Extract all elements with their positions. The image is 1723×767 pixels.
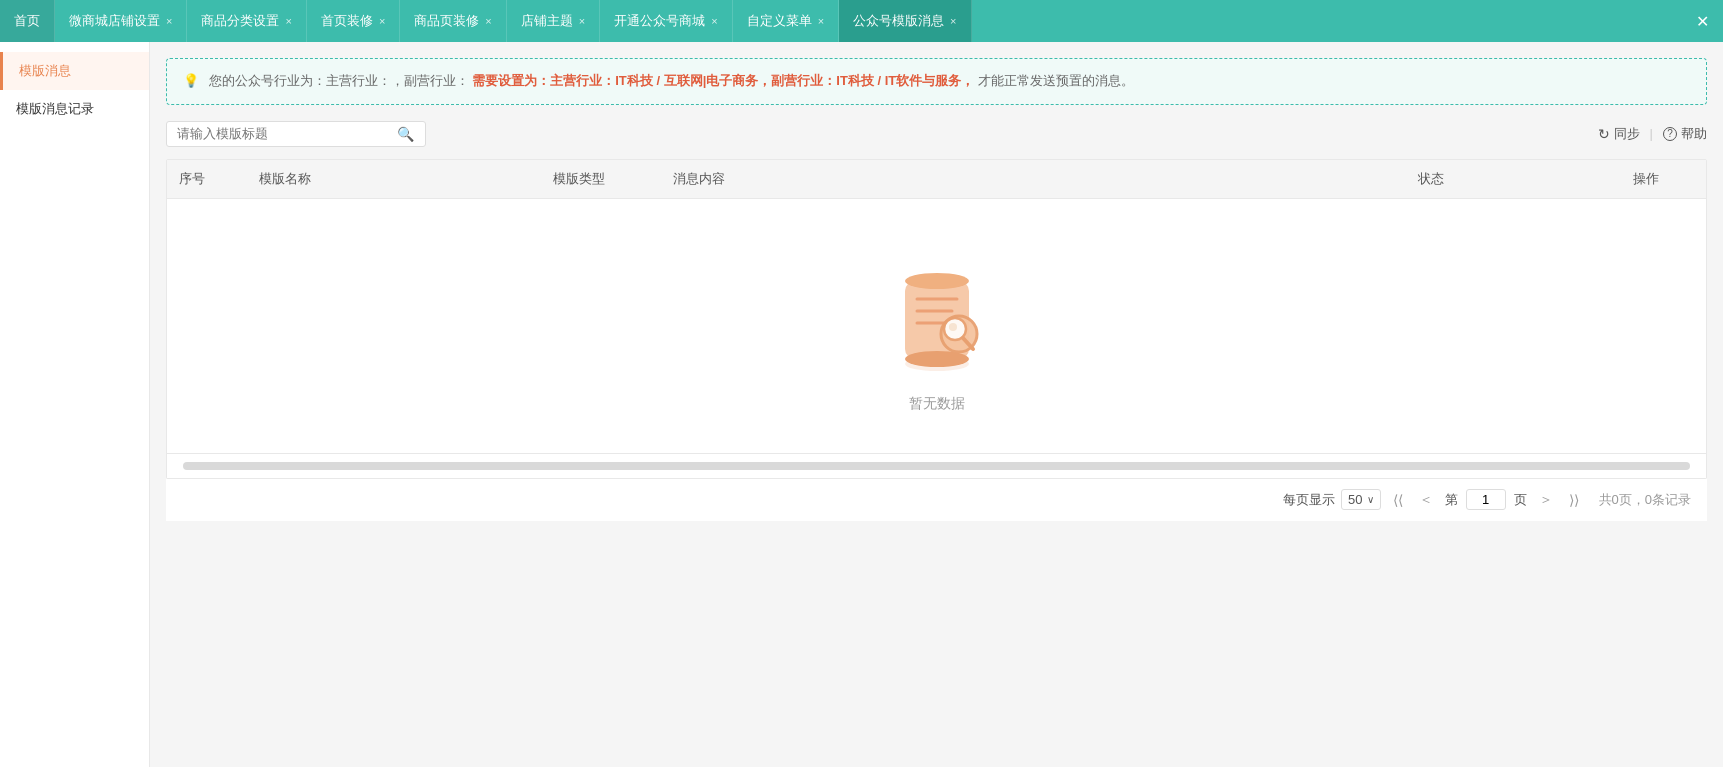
table-header: 序号 模版名称 模版类型 消息内容 状态 操作 (167, 160, 1706, 199)
topbar-tab-4[interactable]: 商品页装修× (400, 0, 506, 42)
col-header-content: 消息内容 (661, 160, 1406, 198)
tab-close-icon-4[interactable]: × (485, 15, 491, 27)
tab-close-icon-1[interactable]: × (166, 15, 172, 27)
search-input[interactable] (177, 126, 397, 141)
per-page-select[interactable]: 50 ∨ (1341, 489, 1380, 510)
page-input[interactable] (1466, 489, 1506, 510)
notice-icon: 💡 (183, 73, 199, 88)
topbar-tab-8[interactable]: 公众号模版消息× (839, 0, 971, 42)
per-page-label: 每页显示 (1283, 491, 1335, 509)
search-bar: 🔍 ↻ 同步 | ? 帮助 (166, 121, 1707, 147)
empty-text: 暂无数据 (909, 395, 965, 413)
col-header-type: 模版类型 (541, 160, 661, 198)
scrollbar-area (167, 453, 1706, 478)
topbar-tab-5[interactable]: 店铺主题× (507, 0, 600, 42)
data-table: 序号 模版名称 模版类型 消息内容 状态 操作 (166, 159, 1707, 479)
sidebar-item-0[interactable]: 模版消息 (0, 52, 149, 90)
sidebar: 模版消息模版消息记录 (0, 42, 150, 767)
sync-icon: ↻ (1598, 126, 1610, 142)
help-label: 帮助 (1681, 125, 1707, 143)
col-header-seq: 序号 (167, 160, 247, 198)
empty-illustration (877, 259, 997, 379)
help-circle-icon: ? (1663, 127, 1677, 141)
per-page-wrap: 每页显示 50 ∨ (1283, 489, 1380, 510)
svg-point-2 (905, 273, 969, 289)
sync-label: 同步 (1614, 125, 1640, 143)
topbar-tab-2[interactable]: 商品分类设置× (187, 0, 306, 42)
search-icon[interactable]: 🔍 (397, 126, 414, 142)
help-button[interactable]: ? 帮助 (1663, 125, 1707, 143)
close-all-button[interactable]: ✕ (1682, 12, 1723, 31)
svg-point-10 (949, 323, 957, 331)
topbar-tab-3[interactable]: 首页装修× (307, 0, 400, 42)
search-actions: ↻ 同步 | ? 帮助 (1598, 125, 1707, 143)
first-page-button[interactable]: ⟨⟨ (1389, 490, 1407, 510)
tab-close-icon-8[interactable]: × (950, 15, 956, 27)
pagination-total: 共0页，0条记录 (1599, 491, 1691, 509)
content-area: 💡 您的公众号行业为：主营行业：，副营行业： 需要设置为：主营行业：IT科技 /… (150, 42, 1723, 767)
divider: | (1650, 126, 1653, 141)
col-header-action: 操作 (1586, 160, 1706, 198)
empty-state: 暂无数据 (167, 199, 1706, 453)
next-page-button[interactable]: ＞ (1535, 489, 1557, 511)
page-label: 第 (1445, 491, 1458, 509)
tab-close-icon-3[interactable]: × (379, 15, 385, 27)
notice-highlight: 需要设置为：主营行业：IT科技 / 互联网|电子商务，副营行业：IT科技 / I… (472, 73, 974, 88)
topbar-tab-0[interactable]: 首页 (0, 0, 55, 42)
search-input-wrap[interactable]: 🔍 (166, 121, 426, 147)
topbar-tab-7[interactable]: 自定义菜单× (733, 0, 839, 42)
tab-close-icon-5[interactable]: × (579, 15, 585, 27)
notice-suffix: 才能正常发送预置的消息。 (978, 73, 1134, 88)
topbar: 首页微商城店铺设置×商品分类设置×首页装修×商品页装修×店铺主题×开通公众号商城… (0, 0, 1723, 42)
tab-close-icon-7[interactable]: × (818, 15, 824, 27)
col-header-status: 状态 (1406, 160, 1586, 198)
fake-scrollbar[interactable] (183, 462, 1690, 470)
chevron-down-icon: ∨ (1367, 494, 1374, 505)
col-header-name: 模版名称 (247, 160, 541, 198)
page-suffix: 页 (1514, 491, 1527, 509)
pagination: 每页显示 50 ∨ ⟨⟨ ＜ 第 页 ＞ ⟩⟩ 共0页，0条记录 (166, 479, 1707, 521)
last-page-button[interactable]: ⟩⟩ (1565, 490, 1583, 510)
sync-button[interactable]: ↻ 同步 (1598, 125, 1640, 143)
prev-page-button[interactable]: ＜ (1415, 489, 1437, 511)
main-layout: 模版消息模版消息记录 💡 您的公众号行业为：主营行业：，副营行业： 需要设置为：… (0, 42, 1723, 767)
topbar-tab-1[interactable]: 微商城店铺设置× (55, 0, 187, 42)
tab-close-icon-2[interactable]: × (285, 15, 291, 27)
sidebar-item-1[interactable]: 模版消息记录 (0, 90, 149, 128)
per-page-value: 50 (1348, 492, 1362, 507)
notice-prefix: 您的公众号行业为：主营行业：，副营行业： (209, 73, 469, 88)
tab-close-icon-6[interactable]: × (711, 15, 717, 27)
topbar-tab-6[interactable]: 开通公众号商城× (600, 0, 732, 42)
notice-box: 💡 您的公众号行业为：主营行业：，副营行业： 需要设置为：主营行业：IT科技 /… (166, 58, 1707, 105)
